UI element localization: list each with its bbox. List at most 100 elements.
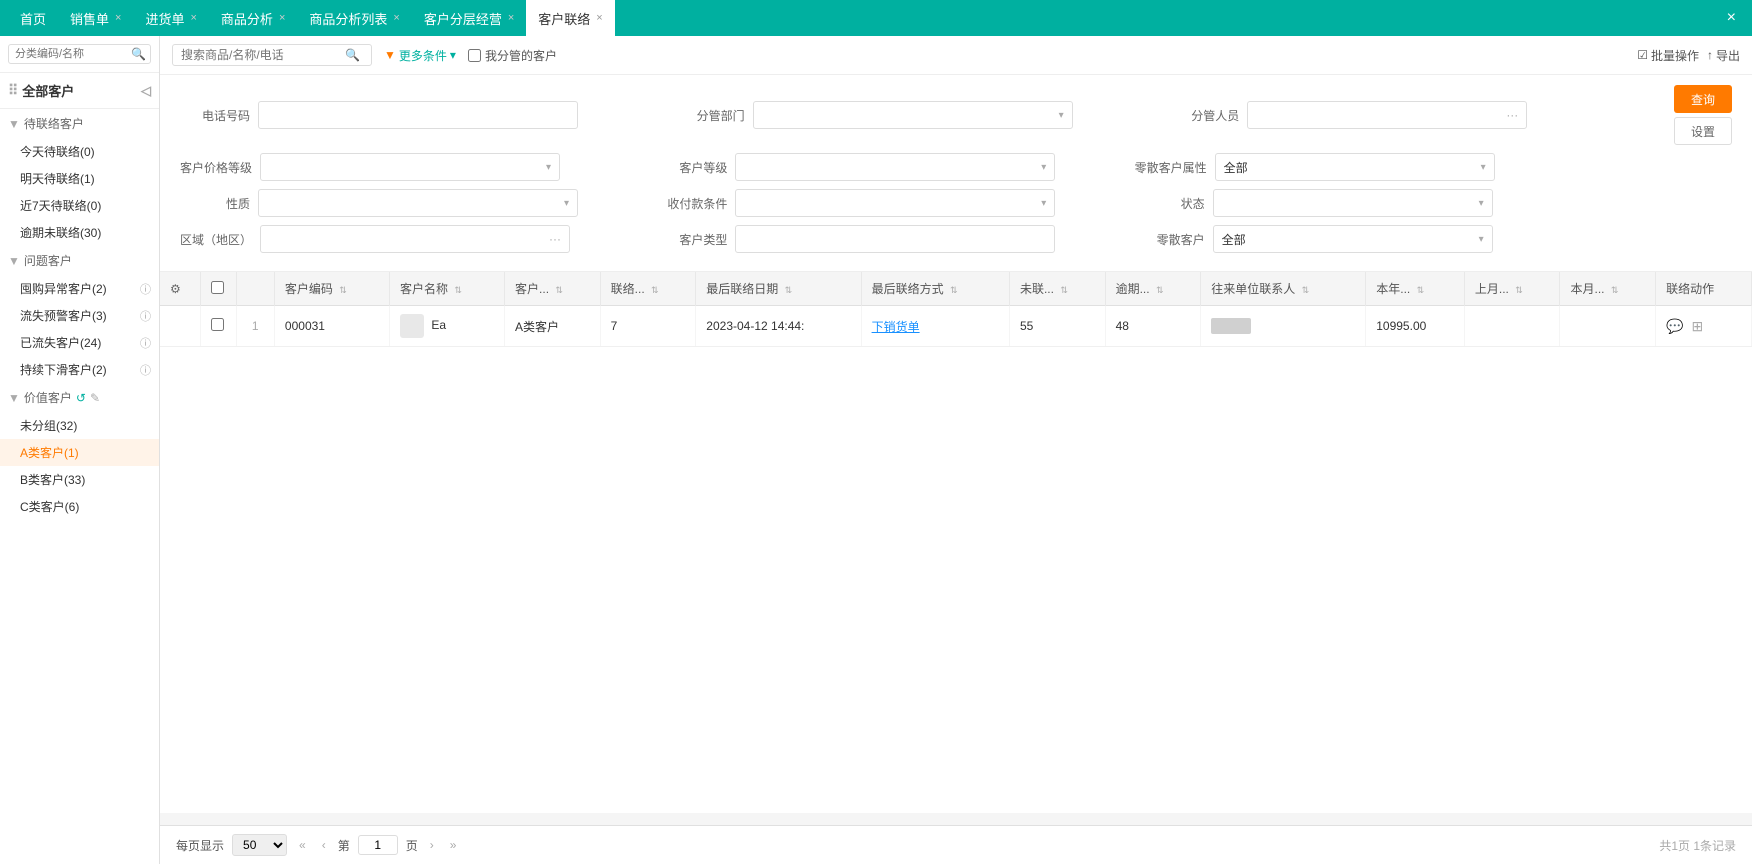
col-unit-contact[interactable]: 往来单位联系人 ⇅ (1201, 272, 1366, 306)
my-customers-check[interactable] (468, 49, 481, 62)
row-select-checkbox[interactable] (211, 318, 224, 331)
export-btn[interactable]: ↑ 导出 (1707, 47, 1740, 64)
cust-level-select[interactable]: ▾ (735, 153, 1055, 181)
page-size-select[interactable]: 50 100 200 (232, 834, 287, 856)
status-select[interactable]: ▾ (1213, 189, 1493, 217)
sidebar-item-class-b[interactable]: B类客户(33) (0, 466, 159, 493)
sidebar-item-lost[interactable]: 已流失客户(24) ⓘ (0, 329, 159, 356)
settings-btn[interactable]: 设置 (1674, 117, 1732, 145)
scatter-attr-select[interactable]: 全部 ▾ (1215, 153, 1495, 181)
sidebar-value-edit-icon[interactable]: ✎ (90, 391, 100, 405)
scatter-attr-label: 零散客户属性 (1135, 159, 1207, 176)
sidebar-item-overdue[interactable]: 逾期未联络(30) (0, 219, 159, 246)
nav-tab-2[interactable]: 商品分析 × (209, 0, 297, 36)
sidebar-group-problem-arrow: ▼ (8, 254, 20, 268)
sidebar-item-declining[interactable]: 持续下滑客户(2) ⓘ (0, 356, 159, 383)
nav-tab-4[interactable]: 客户分层经营 × (412, 0, 526, 36)
row-chat-icon[interactable]: 💬 (1666, 318, 1683, 335)
query-btn[interactable]: 查询 (1674, 85, 1732, 113)
nature-select[interactable]: ▾ (258, 189, 578, 217)
sidebar-search-icon[interactable]: 🔍 (131, 47, 146, 61)
close-tab-3-icon[interactable]: × (393, 12, 399, 24)
row-last-method[interactable]: 下销货单 (861, 306, 1009, 347)
dept-select[interactable]: ▾ (753, 101, 1073, 129)
sidebar-value-refresh-icon[interactable]: ↺ (76, 391, 86, 405)
main-layout: 🔍 ⠿ 全部客户 ◁ ▼ 待联络客户 今天待联络(0) 明天待联络(1) 近7天… (0, 36, 1752, 864)
col-name[interactable]: 客户名称 ⇅ (389, 272, 504, 306)
sidebar-group-value[interactable]: ▼ 价值客户 ↺ ✎ (0, 383, 159, 412)
row-actions: 💬 ⊞ (1656, 306, 1752, 347)
close-tab-1-icon[interactable]: × (190, 12, 196, 24)
row-contact-person-blur (1211, 318, 1251, 334)
row-grid-icon[interactable]: ⊞ (1692, 318, 1704, 335)
close-tab-0-icon[interactable]: × (115, 12, 121, 24)
close-tab-4-icon[interactable]: × (508, 12, 514, 24)
scatter-select[interactable]: 全部 ▾ (1213, 225, 1493, 253)
sidebar-item-abnormal[interactable]: 囤购异常客户(2) ⓘ (0, 275, 159, 302)
col-last-month[interactable]: 上月... ⇅ (1464, 272, 1560, 306)
sidebar-item-class-c[interactable]: C类客户(6) (0, 493, 159, 520)
filter-search-icon[interactable]: 🔍 (345, 48, 360, 62)
scatter-attr-arrow: ▾ (1481, 162, 1486, 173)
close-tab-5-icon[interactable]: × (596, 12, 602, 24)
more-conditions-btn[interactable]: ▼ 更多条件 ▾ (384, 47, 456, 64)
scrollbar-inner (160, 813, 1360, 814)
person-select[interactable]: ··· (1247, 101, 1527, 129)
row-checkbox[interactable] (200, 306, 236, 347)
filter-search-input[interactable] (181, 48, 341, 62)
col-num (236, 272, 274, 306)
col-not-contacted[interactable]: 未联... ⇅ (1009, 272, 1105, 306)
sidebar-group-problem[interactable]: ▼ 问题客户 (0, 246, 159, 275)
col-overdue[interactable]: 逾期... ⇅ (1105, 272, 1201, 306)
col-current-month[interactable]: 本月... ⇅ (1560, 272, 1656, 306)
col-cust-type[interactable]: 客户... ⇅ (505, 272, 601, 306)
payment-select[interactable]: ▾ (735, 189, 1055, 217)
sidebar-collapse-icon[interactable]: ◁ (141, 83, 151, 99)
next-page-btn[interactable]: › (426, 836, 438, 854)
batch-op-btn[interactable]: ☑ 批量操作 (1637, 47, 1699, 64)
prev-page-btn[interactable]: ‹ (318, 836, 330, 854)
select-all-checkbox[interactable] (211, 281, 224, 294)
cust-type-input[interactable] (735, 225, 1055, 253)
nav-tab-1[interactable]: 进货单 × (133, 0, 208, 36)
export-icon: ↑ (1707, 48, 1713, 62)
horizontal-scrollbar[interactable] (160, 813, 1752, 825)
row-cust-type: A类客户 (505, 306, 601, 347)
sidebar-item-tomorrow[interactable]: 明天待联络(1) (0, 165, 159, 192)
first-page-btn[interactable]: « (295, 836, 310, 854)
sidebar-item-class-a[interactable]: A类客户(1) (0, 439, 159, 466)
filter-cell-region: 区域（地区） ··· (180, 225, 657, 253)
phone-input[interactable] (258, 101, 578, 129)
col-last-date[interactable]: 最后联络日期 ⇅ (696, 272, 861, 306)
nav-tab-5[interactable]: 客户联络 × (526, 0, 614, 36)
sidebar-item-unclassified[interactable]: 未分组(32) (0, 412, 159, 439)
sidebar-item-loss-warning[interactable]: 流失预警客户(3) ⓘ (0, 302, 159, 329)
col-gear[interactable]: ⚙ (160, 272, 200, 306)
sidebar-item-7days[interactable]: 近7天待联络(0) (0, 192, 159, 219)
last-page-btn[interactable]: » (446, 836, 461, 854)
col-checkbox[interactable] (200, 272, 236, 306)
col-contact-count[interactable]: 联络... ⇅ (600, 272, 696, 306)
col-year[interactable]: 本年... ⇅ (1366, 272, 1465, 306)
sidebar-item-today[interactable]: 今天待联络(0) (0, 138, 159, 165)
nav-close-btn[interactable]: × (1719, 9, 1744, 27)
region-select[interactable]: ··· (260, 225, 570, 253)
advanced-filter: 电话号码 分管部门 ▾ 分管人员 ··· (160, 75, 1752, 272)
price-level-select[interactable]: ▾ (260, 153, 560, 181)
top-nav: 首页 销售单 × 进货单 × 商品分析 × 商品分析列表 × 客户分层经营 × … (0, 0, 1752, 36)
sidebar-search-input[interactable] (8, 44, 151, 64)
row-num: 1 (236, 306, 274, 347)
page-input[interactable] (358, 835, 398, 855)
my-customers-checkbox[interactable]: 我分管的客户 (468, 47, 557, 64)
sidebar-group-pending[interactable]: ▼ 待联络客户 (0, 109, 159, 138)
nav-home[interactable]: 首页 (8, 0, 58, 36)
nav-tab-3[interactable]: 商品分析列表 × (297, 0, 411, 36)
gear-icon[interactable]: ⚙ (170, 282, 181, 296)
close-tab-2-icon[interactable]: × (279, 12, 285, 24)
nav-tab-0[interactable]: 销售单 × (58, 0, 133, 36)
sidebar: 🔍 ⠿ 全部客户 ◁ ▼ 待联络客户 今天待联络(0) 明天待联络(1) 近7天… (0, 36, 160, 864)
sidebar-dots-icon: ⠿ (8, 82, 18, 99)
col-code[interactable]: 客户编码 ⇅ (274, 272, 389, 306)
col-last-method[interactable]: 最后联络方式 ⇅ (861, 272, 1009, 306)
sidebar-all-customers[interactable]: ⠿ 全部客户 ◁ (0, 73, 159, 109)
